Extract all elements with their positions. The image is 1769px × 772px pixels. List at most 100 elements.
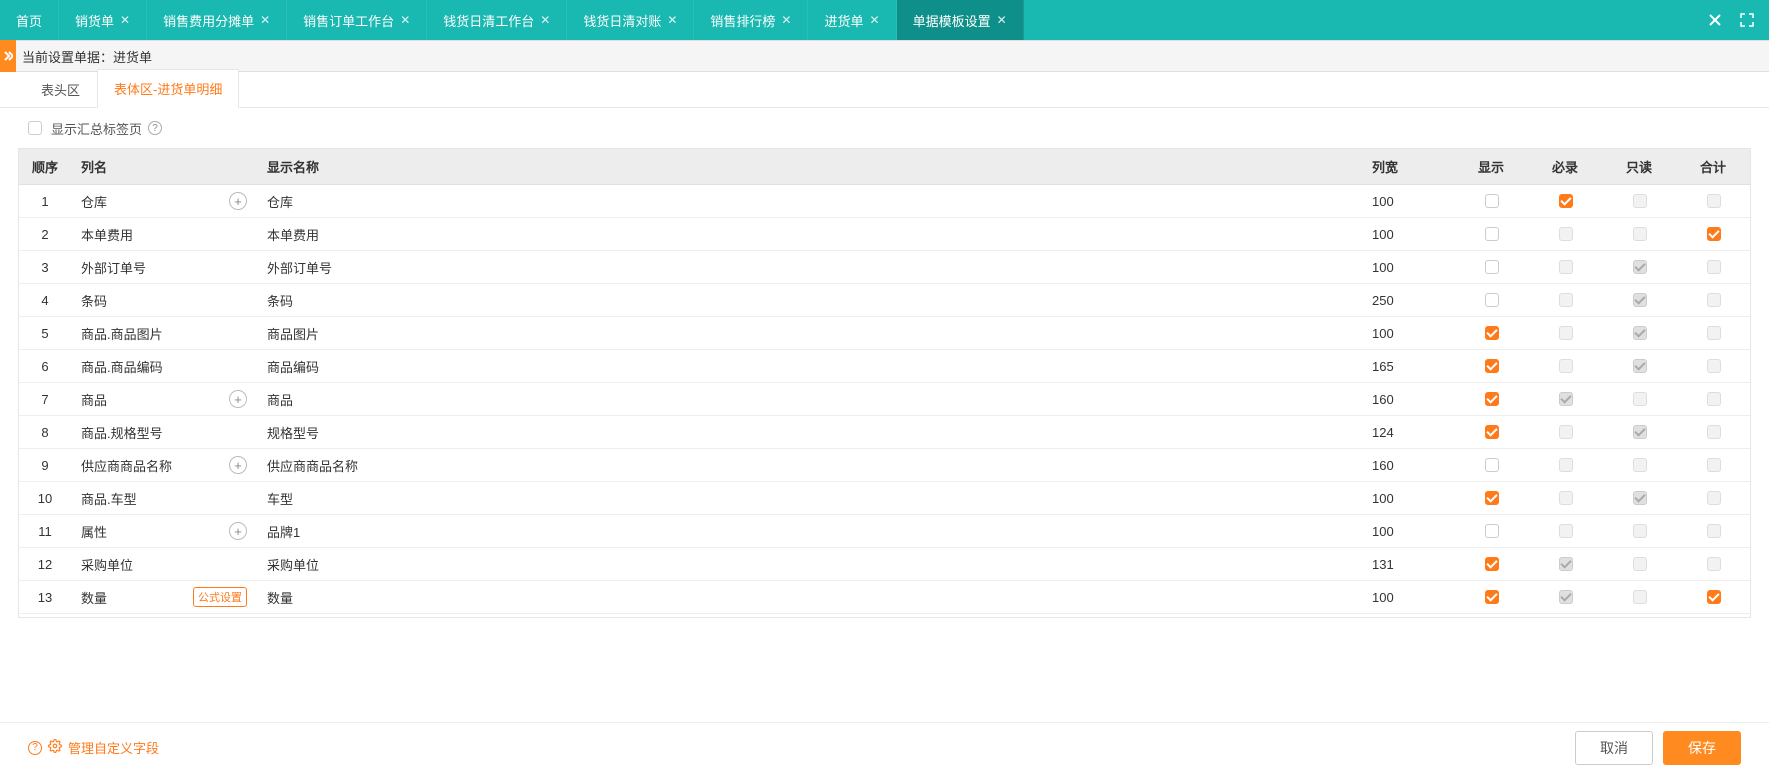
fullscreen-icon[interactable] [1735,8,1759,32]
top-tab[interactable]: 首页 [0,0,59,40]
cell-width[interactable]: 165 [1362,350,1454,383]
show-checkbox[interactable] [1485,194,1499,208]
cell-display-name[interactable]: 条码 [257,284,1362,317]
cell-width[interactable]: 131 [1362,548,1454,581]
show-checkbox[interactable] [1485,590,1499,604]
show-checkbox[interactable] [1485,425,1499,439]
table-row[interactable]: 10商品.车型车型100 [19,482,1750,515]
cell-width[interactable]: 124 [1362,416,1454,449]
close-icon[interactable]: ✕ [260,13,270,27]
close-icon[interactable]: ✕ [997,13,1007,27]
cell-width[interactable]: 100 [1362,317,1454,350]
top-tab-label: 钱货日清对账 [583,11,661,30]
table-row[interactable]: 8商品.规格型号规格型号124 [19,416,1750,449]
cell-width[interactable]: 100 [1362,218,1454,251]
cell-width[interactable]: 250 [1362,284,1454,317]
add-sub-column-icon[interactable]: + [229,192,247,210]
show-checkbox[interactable] [1485,491,1499,505]
table-row[interactable]: 9供应商商品名称+供应商商品名称160 [19,449,1750,482]
cell-name: 属性+ [71,515,257,548]
top-tab[interactable]: 销售排行榜✕ [694,0,808,40]
cell-width[interactable]: 160 [1362,383,1454,416]
cell-display-name[interactable]: 商品图片 [257,317,1362,350]
cell-display-name[interactable]: 商品编码 [257,350,1362,383]
readonly-checkbox [1633,227,1647,241]
save-button[interactable]: 保存 [1663,731,1741,765]
close-icon[interactable]: ✕ [870,13,880,27]
cell-display-name[interactable]: 包装数量 [257,614,1362,618]
show-checkbox[interactable] [1485,359,1499,373]
cell-width[interactable]: 100 [1362,581,1454,614]
add-sub-column-icon[interactable]: + [229,456,247,474]
table-row[interactable]: 4条码条码250 [19,284,1750,317]
show-checkbox[interactable] [1485,260,1499,274]
show-summary-label[interactable]: 显示汇总标签页 [51,119,142,138]
cell-display-name[interactable]: 品牌1 [257,515,1362,548]
cell-display-name[interactable]: 车型 [257,482,1362,515]
close-icon[interactable]: ✕ [781,13,791,27]
table-row[interactable]: 7商品+商品160 [19,383,1750,416]
top-tab[interactable]: 销售订单工作台✕ [287,0,427,40]
close-icon[interactable]: ✕ [120,13,130,27]
top-tab[interactable]: 单据模板设置✕ [897,0,1024,40]
close-icon[interactable]: ✕ [400,13,410,27]
cell-display-name[interactable]: 商品 [257,383,1362,416]
total-checkbox [1707,524,1721,538]
section-tab[interactable]: 表体区-进货单明细 [97,69,239,108]
cell-width[interactable]: 100 [1362,515,1454,548]
add-sub-column-icon[interactable]: + [229,522,247,540]
cell-display-name[interactable]: 数量 [257,581,1362,614]
show-checkbox[interactable] [1485,524,1499,538]
cell-width[interactable]: 100 [1362,251,1454,284]
table-row[interactable]: 2本单费用本单费用100 [19,218,1750,251]
table-row[interactable]: 6商品.商品编码商品编码165 [19,350,1750,383]
top-tab[interactable]: 钱货日清对账 ✕ [567,0,694,40]
cell-width[interactable]: 160 [1362,449,1454,482]
required-checkbox[interactable] [1559,194,1573,208]
table-row[interactable]: 14包装数量包装数量100 [19,614,1750,618]
required-checkbox [1559,590,1573,604]
table-row[interactable]: 11属性+品牌1100 [19,515,1750,548]
close-icon[interactable]: ✕ [667,13,677,27]
show-checkbox[interactable] [1485,326,1499,340]
close-icon[interactable]: ✕ [540,13,550,27]
top-tab[interactable]: 钱货日清工作台✕ [427,0,567,40]
cell-display-name[interactable]: 供应商商品名称 [257,449,1362,482]
cancel-button[interactable]: 取消 [1575,731,1653,765]
add-sub-column-icon[interactable]: + [229,390,247,408]
sidebar-expand-toggle[interactable] [0,40,16,72]
manage-custom-fields-link[interactable]: 管理自定义字段 [68,738,159,757]
show-summary-checkbox[interactable] [28,121,42,135]
cell-show [1454,581,1528,614]
help-icon[interactable]: ? [148,121,162,135]
cell-name: 商品+ [71,383,257,416]
cell-width[interactable]: 100 [1362,185,1454,218]
total-checkbox[interactable] [1707,227,1721,241]
table-row[interactable]: 13数量公式设置数量100 [19,581,1750,614]
top-tab[interactable]: 进货单✕ [808,0,896,40]
show-checkbox[interactable] [1485,227,1499,241]
show-checkbox[interactable] [1485,458,1499,472]
cell-width[interactable]: 100 [1362,482,1454,515]
table-row[interactable]: 12采购单位采购单位131 [19,548,1750,581]
section-tab[interactable]: 表头区 [24,70,97,108]
cell-display-name[interactable]: 规格型号 [257,416,1362,449]
show-checkbox[interactable] [1485,293,1499,307]
cell-display-name[interactable]: 本单费用 [257,218,1362,251]
table-row[interactable]: 5商品.商品图片商品图片100 [19,317,1750,350]
table-row[interactable]: 3外部订单号外部订单号100 [19,251,1750,284]
total-checkbox[interactable] [1707,590,1721,604]
show-checkbox[interactable] [1485,392,1499,406]
formula-settings-button[interactable]: 公式设置 [193,587,247,607]
help-icon[interactable]: ? [28,741,42,755]
top-tab[interactable]: 销售费用分摊单✕ [147,0,287,40]
cell-display-name[interactable]: 外部订单号 [257,251,1362,284]
columns-table-scroll[interactable]: 顺序 列名 显示名称 列宽 显示 必录 只读 合计 1仓库+仓库1002本单费用… [19,149,1750,617]
table-row[interactable]: 1仓库+仓库100 [19,185,1750,218]
show-checkbox[interactable] [1485,557,1499,571]
top-tab[interactable]: 销货单✕ [59,0,147,40]
cell-width[interactable]: 100 [1362,614,1454,618]
cell-display-name[interactable]: 仓库 [257,185,1362,218]
cell-display-name[interactable]: 采购单位 [257,548,1362,581]
close-all-tabs-icon[interactable] [1703,8,1727,32]
